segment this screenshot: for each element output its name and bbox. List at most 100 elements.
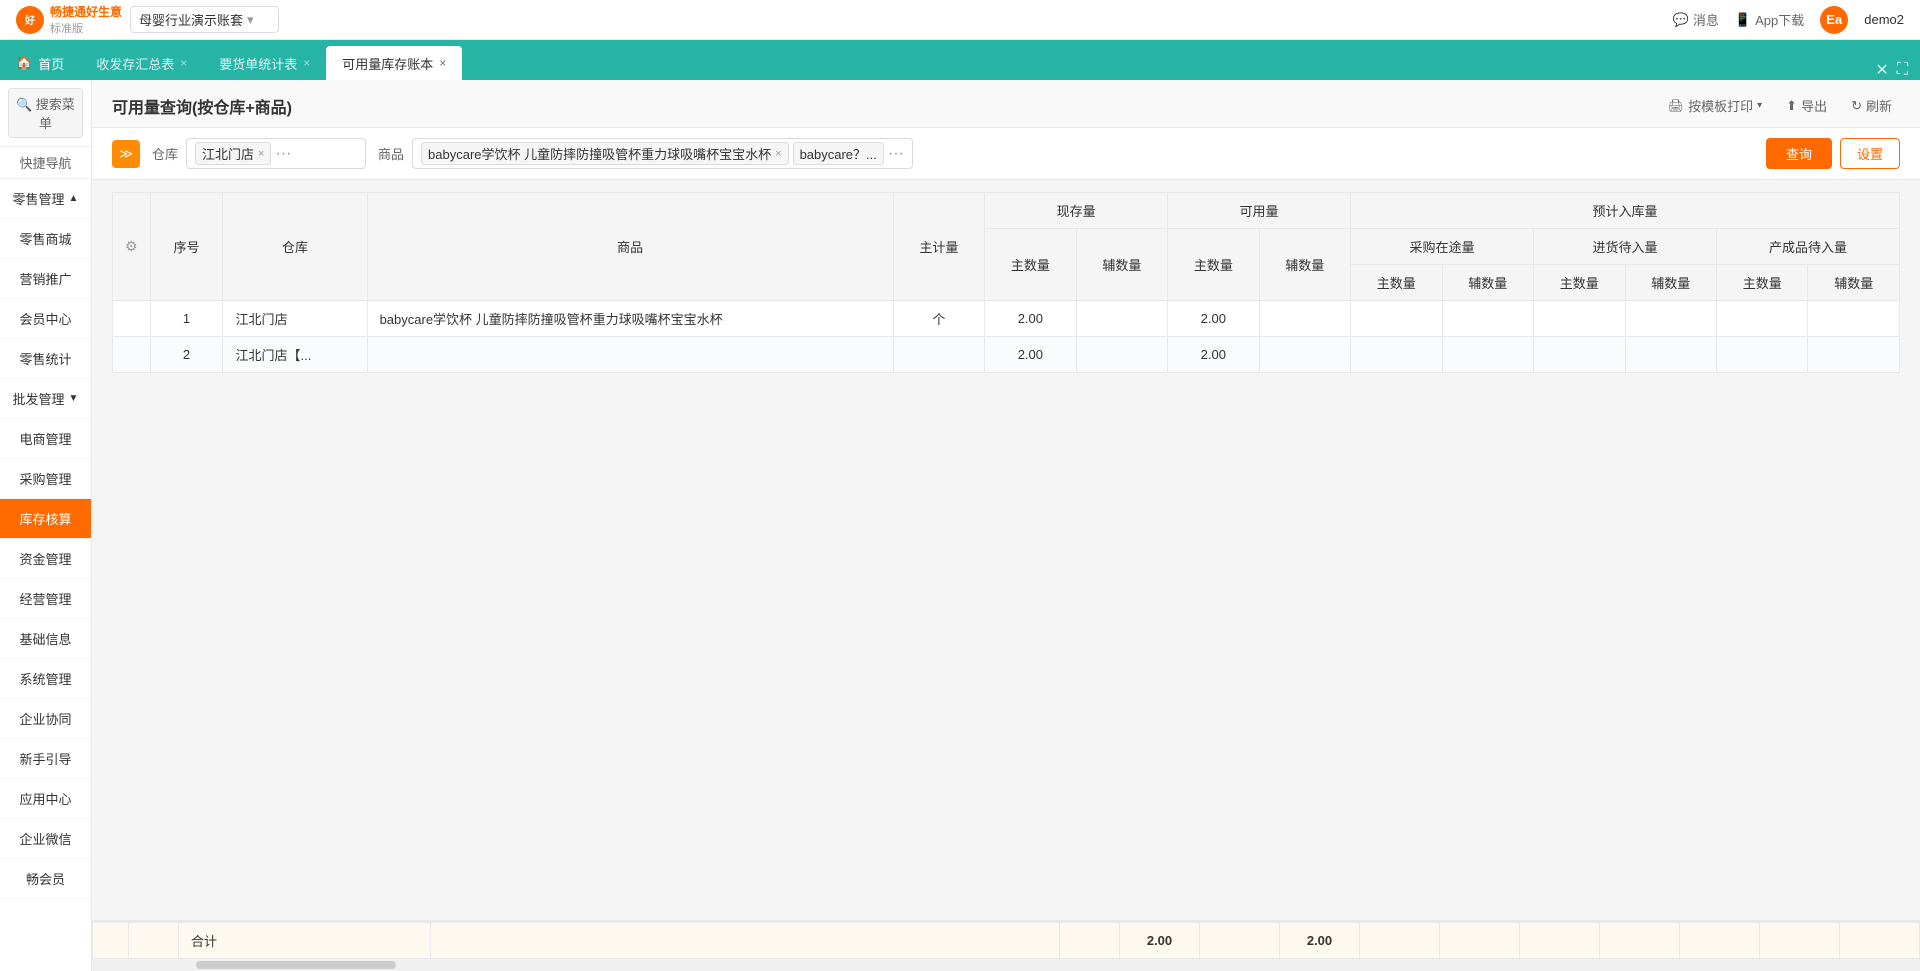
expand-icon-wholesale: ▼ xyxy=(69,393,79,404)
row1-product: babycare学饮杯 儿童防摔防撞吸管杯重力球吸嘴杯宝宝水杯 xyxy=(367,301,893,337)
row2-incoming-main xyxy=(1534,337,1625,373)
footer-incoming-aux xyxy=(1680,923,1760,959)
filter-expand-btn[interactable]: ≫ xyxy=(112,140,140,168)
col-warehouse-header: 仓库 xyxy=(223,193,367,301)
row2-production-aux xyxy=(1808,337,1900,373)
table-area: ⚙ 序号 仓库 商品 主计量 现存量 可用量 预计入库量 主数量 辅数量 主数量 xyxy=(92,180,1920,920)
sidebar-quick-nav[interactable]: 快捷导航 xyxy=(0,147,91,179)
sidebar-item-retail-stats[interactable]: 零售统计 xyxy=(0,339,91,379)
sidebar-item-finance[interactable]: 资金管理 xyxy=(0,539,91,579)
tab-close-receipt[interactable]: × xyxy=(180,57,187,69)
tab-order-stats[interactable]: 要货单统计表 × xyxy=(203,46,326,80)
query-btn[interactable]: 查询 xyxy=(1766,138,1832,169)
col-purchase-transit-header: 采购在途量 xyxy=(1351,229,1534,265)
product-input[interactable]: babycare学饮杯 儿童防摔防撞吸管杯重力球吸嘴杯宝宝水杯 × babyca… xyxy=(412,138,913,169)
footer-purchase-main xyxy=(1440,923,1520,959)
sidebar-item-wholesale-mgmt[interactable]: 批发管理 ▼ xyxy=(0,379,91,419)
footer-current-main: 2.00 xyxy=(1120,923,1200,959)
scroll-thumb[interactable] xyxy=(196,961,396,969)
tab-close-available[interactable]: × xyxy=(439,57,446,69)
row2-avail-aux xyxy=(1259,337,1350,373)
product-filter-group: 商品 babycare学饮杯 儿童防摔防撞吸管杯重力球吸嘴杯宝宝水杯 × bab… xyxy=(378,138,913,169)
footer-no-cell xyxy=(129,923,179,959)
sidebar-item-enterprise-wechat[interactable]: 企业微信 xyxy=(0,819,91,859)
col-production-header: 产成品待入量 xyxy=(1716,229,1899,265)
sidebar-item-purchase[interactable]: 采购管理 xyxy=(0,459,91,499)
export-btn[interactable]: ⬆ 导出 xyxy=(1778,92,1835,119)
product-tag-1-close[interactable]: × xyxy=(775,148,781,160)
tab-close-order[interactable]: × xyxy=(303,57,310,69)
sidebar-item-member[interactable]: 畅会员 xyxy=(0,859,91,899)
top-bar-right: 💬 消息 📱 App下载 Ea demo2 xyxy=(1673,6,1904,34)
row2-current-aux xyxy=(1076,337,1167,373)
sidebar-item-operations[interactable]: 经营管理 xyxy=(0,579,91,619)
footer-production-main xyxy=(1760,923,1840,959)
col-incoming-aux-header: 辅数量 xyxy=(1625,265,1716,301)
col-current-stock-header: 现存量 xyxy=(985,193,1168,229)
sidebar-item-system[interactable]: 系统管理 xyxy=(0,659,91,699)
footer-unit-cell xyxy=(1060,923,1120,959)
row2-purchase-aux xyxy=(1442,337,1533,373)
print-icon: 🖨 xyxy=(1668,98,1685,114)
warehouse-input[interactable]: 江北门店 × ··· xyxy=(186,138,366,169)
row2-incoming-aux xyxy=(1625,337,1716,373)
row2-warehouse: 江北门店【... xyxy=(223,337,367,373)
footer-row: 合计 2.00 2.00 xyxy=(93,923,1920,959)
main-layout: 🔍 搜索菜单 快捷导航 零售管理 ▲ 零售商城 营销推广 会员中心 零售统计 批… xyxy=(0,80,1920,971)
col-incoming-header: 进货待入量 xyxy=(1534,229,1717,265)
user-name[interactable]: demo2 xyxy=(1864,12,1904,27)
sidebar-item-new-guide[interactable]: 新手引导 xyxy=(0,739,91,779)
app-download-icon: 📱 xyxy=(1735,12,1751,28)
tab-home[interactable]: 🏠 首页 xyxy=(0,46,80,80)
expand-filter-icon: ≫ xyxy=(119,146,133,162)
settings-btn[interactable]: 设置 xyxy=(1840,138,1900,169)
warehouse-tag-close[interactable]: × xyxy=(258,148,264,160)
industry-select[interactable]: 母婴行业演示账套 ▾ xyxy=(130,6,279,33)
product-more[interactable]: ··· xyxy=(888,145,904,163)
sidebar-item-inventory-check[interactable]: 库存核算 xyxy=(0,499,91,539)
product-label: 商品 xyxy=(378,144,404,163)
tab-fullscreen-btn[interactable]: ⛶ xyxy=(1897,61,1908,79)
sidebar-item-retail-mgmt[interactable]: 零售管理 ▲ xyxy=(0,179,91,219)
warehouse-more[interactable]: ··· xyxy=(275,145,291,163)
scroll-bar[interactable] xyxy=(92,959,1920,971)
print-btn[interactable]: 🖨 按模板打印 ▾ xyxy=(1660,92,1771,119)
row1-production-aux xyxy=(1808,301,1900,337)
col-no-header: 序号 xyxy=(150,193,223,301)
warehouse-tag: 江北门店 × xyxy=(195,142,271,165)
settings-col-header[interactable]: ⚙ xyxy=(113,193,151,301)
sidebar-item-member-center[interactable]: 会员中心 xyxy=(0,299,91,339)
table-settings-icon[interactable]: ⚙ xyxy=(125,238,138,254)
row1-no: 1 xyxy=(150,301,223,337)
col-forecast-header: 预计入库量 xyxy=(1351,193,1900,229)
refresh-btn[interactable]: ↻ 刷新 xyxy=(1843,92,1900,119)
sidebar: 🔍 搜索菜单 快捷导航 零售管理 ▲ 零售商城 营销推广 会员中心 零售统计 批… xyxy=(0,80,92,971)
product-tag-2: babycare？... xyxy=(793,142,884,165)
sidebar-item-app-center[interactable]: 应用中心 xyxy=(0,779,91,819)
message-btn[interactable]: 💬 消息 xyxy=(1673,10,1719,29)
user-avatar[interactable]: Ea xyxy=(1820,6,1848,34)
tab-receipt-summary[interactable]: 收发存汇总表 × xyxy=(80,46,203,80)
app-download-btn[interactable]: 📱 App下载 xyxy=(1735,10,1804,29)
home-icon: 🏠 xyxy=(16,55,32,71)
data-table: ⚙ 序号 仓库 商品 主计量 现存量 可用量 预计入库量 主数量 辅数量 主数量 xyxy=(112,192,1900,373)
top-bar-left: 好 畅捷通好生意 标准版 母婴行业演示账套 ▾ xyxy=(16,3,279,36)
footer-product-cell xyxy=(430,923,1059,959)
tab-close-all-btn[interactable]: ✕ xyxy=(1875,60,1888,80)
col-incoming-main-header: 主数量 xyxy=(1534,265,1625,301)
page-actions: 🖨 按模板打印 ▾ ⬆ 导出 ↻ 刷新 xyxy=(1660,92,1900,119)
page-title: 可用量查询(按仓库+商品) xyxy=(112,94,292,118)
col-current-aux-header: 辅数量 xyxy=(1076,229,1167,301)
sidebar-item-retail-mall[interactable]: 零售商城 xyxy=(0,219,91,259)
footer-avail-aux xyxy=(1360,923,1440,959)
tab-available-inventory[interactable]: 可用量库存账本 × xyxy=(326,46,462,80)
col-current-main-header: 主数量 xyxy=(985,229,1076,301)
row2-no: 2 xyxy=(150,337,223,373)
sidebar-item-marketing[interactable]: 营销推广 xyxy=(0,259,91,299)
row1-avail-aux xyxy=(1259,301,1350,337)
table-footer: 合计 2.00 2.00 xyxy=(92,920,1920,959)
sidebar-item-basic-info[interactable]: 基础信息 xyxy=(0,619,91,659)
sidebar-item-enterprise-collab[interactable]: 企业协同 xyxy=(0,699,91,739)
sidebar-item-ecommerce[interactable]: 电商管理 xyxy=(0,419,91,459)
search-menu-btn[interactable]: 🔍 搜索菜单 xyxy=(8,88,83,138)
